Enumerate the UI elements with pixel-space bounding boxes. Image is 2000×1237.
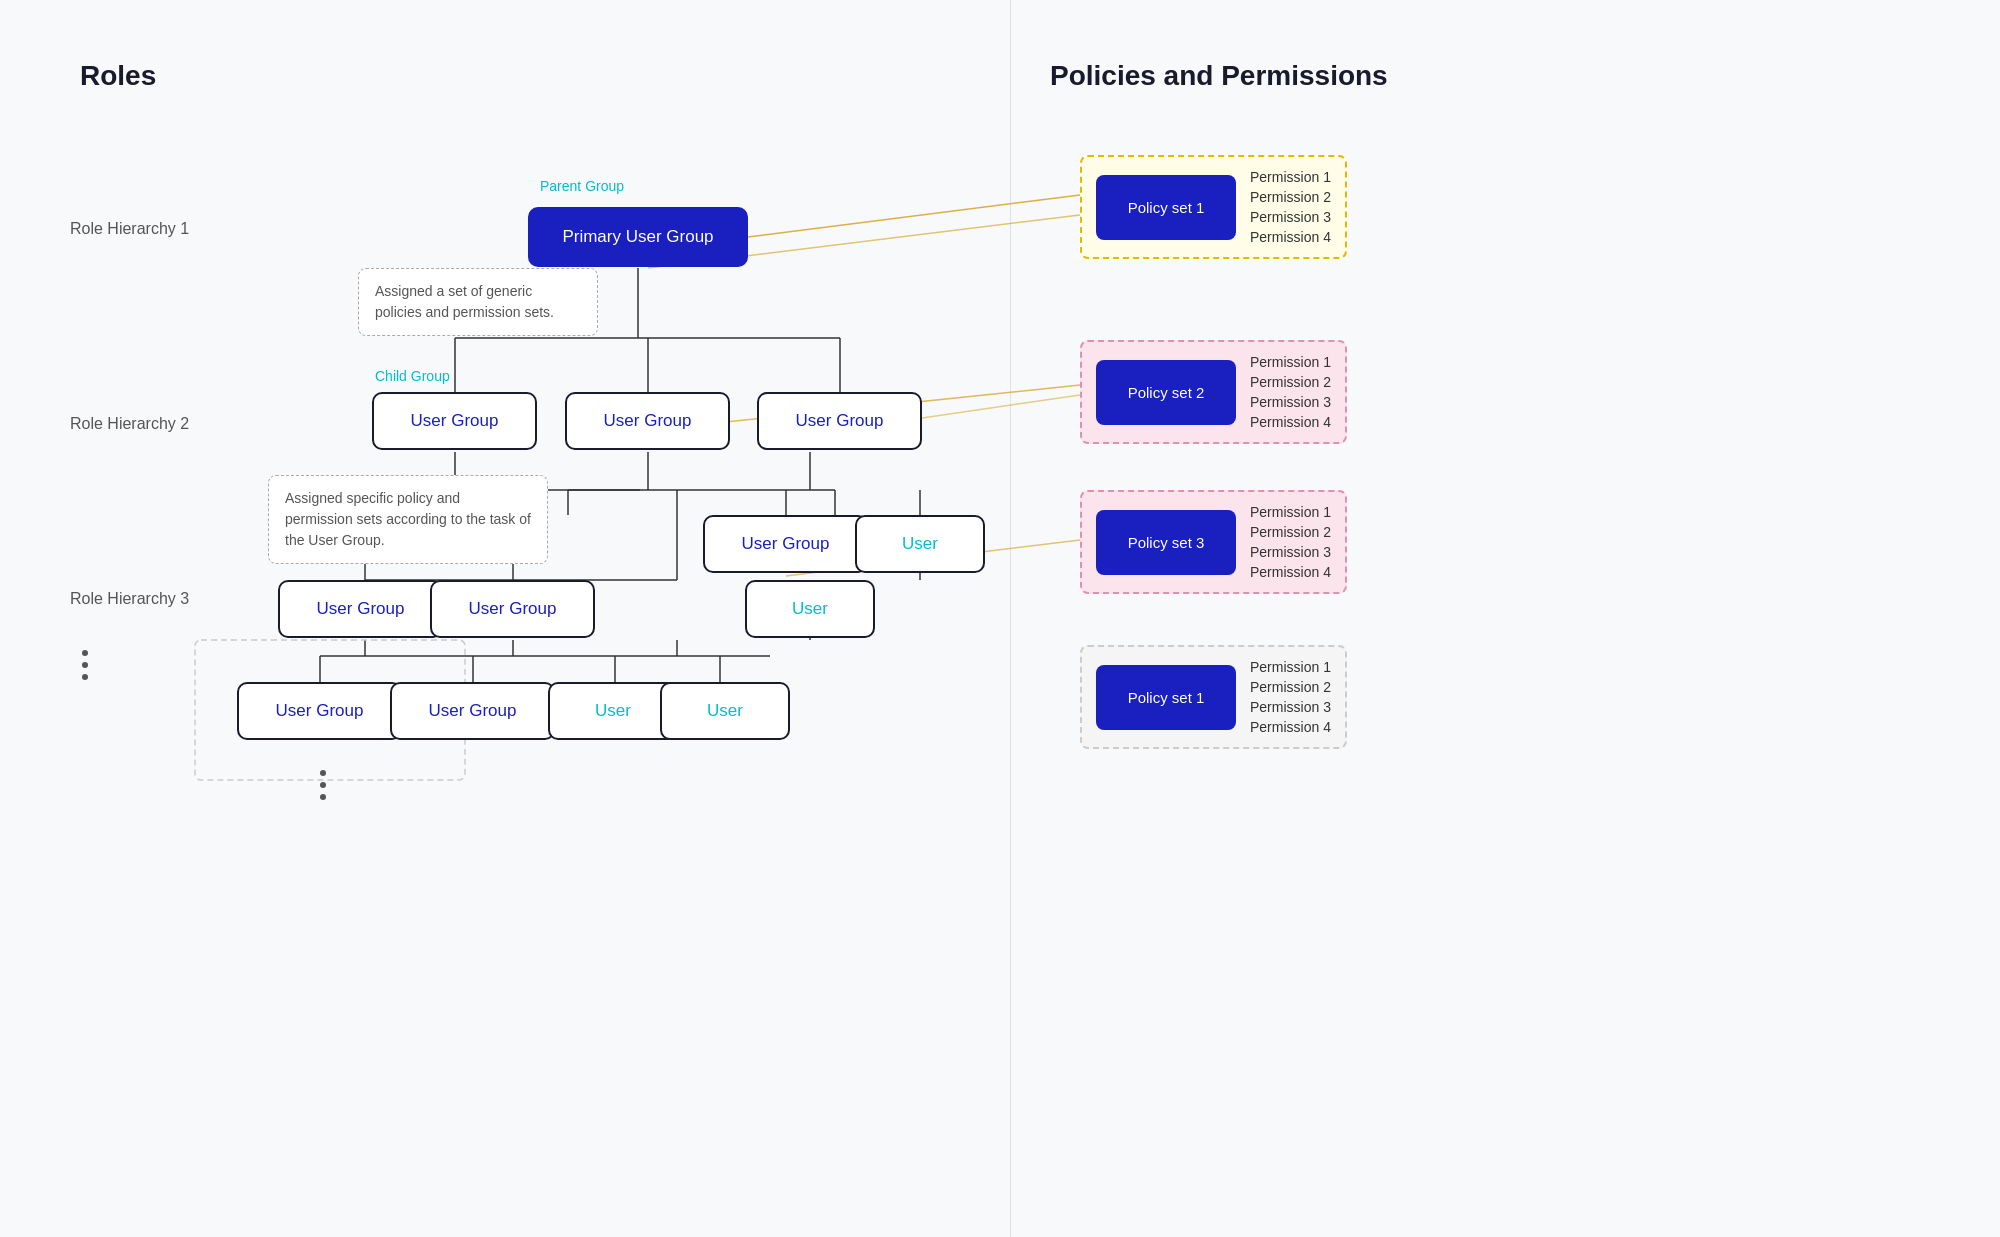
user-l3-mid-right[interactable]: User <box>855 515 985 573</box>
role-hierarchy-1-label: Role Hierarchy 1 <box>70 220 189 238</box>
user-group-l4-1[interactable]: User Group <box>237 682 402 740</box>
user-l3-right[interactable]: User <box>745 580 875 638</box>
policy-set-3-permissions: Permission 1 Permission 2 Permission 3 P… <box>1250 504 1331 580</box>
user-group-l3-mid[interactable]: User Group <box>430 580 595 638</box>
user-l4-1[interactable]: User <box>548 682 678 740</box>
policy-set-1-permissions: Permission 1 Permission 2 Permission 3 P… <box>1250 169 1331 245</box>
policy-set-4-box[interactable]: Policy set 1 <box>1096 665 1236 730</box>
user-l4-2[interactable]: User <box>660 682 790 740</box>
policy-set-3-box[interactable]: Policy set 3 <box>1096 510 1236 575</box>
policy-set-2-box[interactable]: Policy set 2 <box>1096 360 1236 425</box>
svg-line-29 <box>748 195 1080 237</box>
policy-set-2-container: Policy set 2 Permission 1 Permission 2 P… <box>1080 340 1347 444</box>
roles-title: Roles <box>80 60 156 92</box>
user-group-l3-mid-left[interactable]: User Group <box>703 515 868 573</box>
annotation-specific-policies: Assigned specific policy and permission … <box>268 475 548 564</box>
dots-left <box>82 650 88 680</box>
dots-bottom <box>320 770 326 800</box>
user-group-l2-right[interactable]: User Group <box>757 392 922 450</box>
section-divider <box>1010 0 1011 1237</box>
policy-set-1-box[interactable]: Policy set 1 <box>1096 175 1236 240</box>
role-hierarchy-2-label: Role Hierarchy 2 <box>70 415 189 433</box>
policies-title: Policies and Permissions <box>1050 60 1388 92</box>
primary-user-group-node[interactable]: Primary User Group <box>528 207 748 267</box>
policy-set-4-container: Policy set 1 Permission 1 Permission 2 P… <box>1080 645 1347 749</box>
parent-group-label: Parent Group <box>540 178 624 194</box>
role-hierarchy-3-label: Role Hierarchy 3 <box>70 590 189 608</box>
policy-set-4-permissions: Permission 1 Permission 2 Permission 3 P… <box>1250 659 1331 735</box>
user-group-l2-left[interactable]: User Group <box>372 392 537 450</box>
policy-set-1-container: Policy set 1 Permission 1 Permission 2 P… <box>1080 155 1347 259</box>
policy-set-3-container: Policy set 3 Permission 1 Permission 2 P… <box>1080 490 1347 594</box>
user-group-l4-2[interactable]: User Group <box>390 682 555 740</box>
child-group-label: Child Group <box>375 368 450 384</box>
annotation-generic-policies: Assigned a set of generic policies and p… <box>358 268 598 336</box>
user-group-l3-left[interactable]: User Group <box>278 580 443 638</box>
policy-set-2-permissions: Permission 1 Permission 2 Permission 3 P… <box>1250 354 1331 430</box>
user-group-l2-mid[interactable]: User Group <box>565 392 730 450</box>
